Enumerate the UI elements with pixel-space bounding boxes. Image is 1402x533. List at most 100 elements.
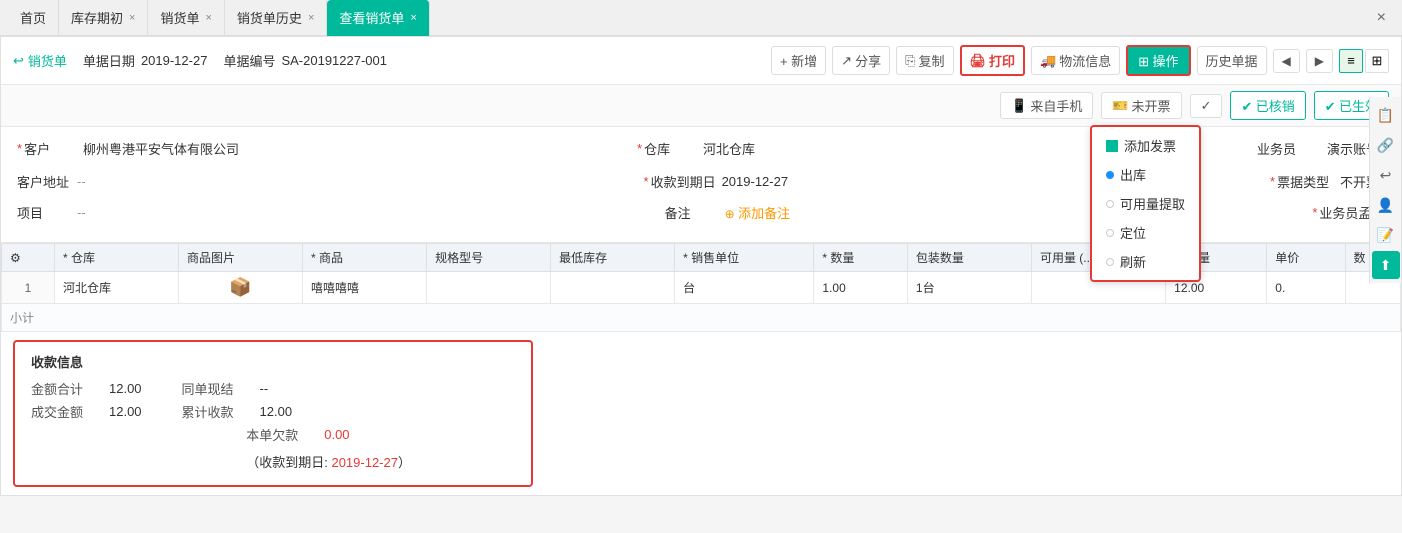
check-icon: ✓	[1201, 98, 1212, 114]
address-field: 客户地址 --	[17, 172, 644, 191]
cumulative-payment-label: 累计收款	[182, 402, 252, 421]
warehouse-value[interactable]: 河北仓库	[697, 137, 761, 160]
col-price[interactable]: 单价	[1267, 244, 1345, 272]
confirm-button[interactable]: ✓	[1190, 94, 1223, 118]
date-value: 2019-12-27	[141, 53, 208, 68]
sidebar-icon-3[interactable]: ↩	[1372, 161, 1400, 189]
history-button[interactable]: 历史单据	[1197, 46, 1267, 75]
cumulative-payment-group: 累计收款 12.00	[182, 402, 293, 421]
tab-view-sales-close[interactable]: ×	[410, 12, 416, 24]
summary-row-1: 金额合计 12.00 同单现结 --	[31, 379, 515, 398]
row-qty: 1.00	[814, 272, 908, 304]
row-number: 1	[2, 272, 55, 304]
col-product[interactable]: * 商品	[303, 244, 427, 272]
product-image: 📦	[229, 277, 251, 297]
logistics-button[interactable]: 🚚 物流信息	[1031, 46, 1120, 75]
operate-button[interactable]: ⊞ 操作	[1126, 45, 1190, 76]
tab-inventory-init-close[interactable]: ×	[129, 12, 135, 24]
customer-value[interactable]: 柳州粤港平安气体有限公司	[77, 137, 245, 160]
staff-field: 业务员 演示账号	[1257, 137, 1385, 160]
right-sidebar: 📋 🔗 ↩ 👤 📝 ⬆	[1369, 97, 1401, 283]
col-qty[interactable]: * 数量	[814, 244, 908, 272]
add-invoice-item[interactable]: 添加发票	[1092, 131, 1199, 160]
tab-sales-history[interactable]: 销货单历史 ×	[225, 0, 327, 36]
checkbox-checked-icon	[1106, 140, 1118, 152]
dot-empty-icon	[1106, 200, 1114, 208]
header-actions: + 新增 ↗ 分享 ⎘ 复制 🖨 打印 🚚 物流信息 ⊞ 操作	[771, 45, 1389, 76]
operate-dropdown: 添加发票 出库 可用量提取 定位 刷新	[1090, 125, 1201, 282]
doc-type-icon: ↩ 销货单	[13, 51, 67, 70]
window-close-button[interactable]: ×	[1369, 9, 1394, 27]
print-button[interactable]: 🖨 打印	[960, 45, 1026, 76]
col-settings[interactable]: ⚙	[2, 244, 55, 272]
tab-sales-order[interactable]: 销货单 ×	[148, 0, 224, 36]
sidebar-icon-1[interactable]: 📋	[1372, 101, 1400, 129]
doc-type-label: 销货单	[28, 51, 67, 70]
prev-button[interactable]: ◀	[1273, 49, 1300, 73]
customer-label: * 客户	[17, 139, 77, 158]
tab-home[interactable]: 首页	[8, 0, 59, 36]
subtotal-label: 小计	[2, 304, 1401, 332]
dot-blue-icon	[1106, 171, 1114, 179]
payment-date-label: * 收款到期日	[644, 172, 716, 191]
doc-icon: ↩	[13, 53, 24, 69]
tab-sales-history-close[interactable]: ×	[308, 12, 314, 24]
col-warehouse[interactable]: * 仓库	[54, 244, 178, 272]
header-left: ↩ 销货单 单据日期 2019-12-27 单据编号 SA-20191227-0…	[13, 51, 387, 70]
available-qty-item[interactable]: 可用量提取	[1092, 189, 1199, 218]
deal-amount-group: 成交金额 12.00	[31, 402, 142, 421]
cumulative-payment-value: 12.00	[260, 404, 293, 419]
note-field: 备注 ⊕ 添加备注	[665, 203, 1313, 222]
add-note-button[interactable]: ⊕ 添加备注	[725, 203, 790, 222]
tab-view-sales[interactable]: 查看销货单 ×	[327, 0, 429, 36]
header-no-field: 单据编号 SA-20191227-001	[223, 51, 387, 70]
phone-icon: 📱	[1011, 98, 1027, 114]
locate-item[interactable]: 定位	[1092, 218, 1199, 247]
grid-view-button[interactable]: ⊞	[1365, 49, 1389, 73]
print-icon: 🖨	[970, 53, 987, 69]
col-min-stock: 最低库存	[551, 244, 675, 272]
amount-total-value: 12.00	[109, 381, 142, 396]
sidebar-icon-6[interactable]: ⬆	[1372, 251, 1400, 279]
share-button[interactable]: ↗ 分享	[832, 46, 890, 75]
ticket-icon: 🎫	[1112, 98, 1128, 114]
dot-empty-icon2	[1106, 229, 1114, 237]
staff-label: 业务员	[1257, 139, 1317, 158]
refresh-item[interactable]: 刷新	[1092, 247, 1199, 276]
subtotal-row: 小计	[2, 304, 1401, 332]
main-content: ↩ 销货单 单据日期 2019-12-27 单据编号 SA-20191227-0…	[0, 36, 1402, 496]
outstanding-group: 本单欠款 0.00 （收款到期日: 2019-12-27）	[246, 425, 515, 471]
outstanding-note: （收款到期日: 2019-12-27）	[246, 452, 411, 471]
summary-row-2: 成交金额 12.00 累计收款 12.00	[31, 402, 515, 421]
sidebar-icon-4[interactable]: 👤	[1372, 191, 1400, 219]
deal-amount-value: 12.00	[109, 404, 142, 419]
copy-button[interactable]: ⎘ 复制	[896, 46, 953, 75]
next-button[interactable]: ▶	[1306, 49, 1333, 73]
tab-bar: 首页 库存期初 × 销货单 × 销货单历史 × 查看销货单 × ×	[0, 0, 1402, 36]
no-label: 单据编号	[223, 51, 275, 70]
outstanding-value: 0.00	[324, 427, 349, 442]
sold-out-button[interactable]: ✔ 已核销	[1230, 91, 1305, 120]
row-product: 嘻嘻嘻嘻	[303, 272, 427, 304]
col-spec: 规格型号	[427, 244, 551, 272]
check-circle-icon: ✔	[1241, 99, 1252, 114]
sidebar-icon-5[interactable]: 📝	[1372, 221, 1400, 249]
note-label: 备注	[665, 203, 725, 222]
view-icons: ≡ ⊞	[1339, 49, 1389, 73]
new-button[interactable]: + 新增	[771, 46, 826, 75]
col-unit[interactable]: * 销售单位	[675, 244, 814, 272]
tab-sales-order-close[interactable]: ×	[205, 12, 211, 24]
payment-date-value[interactable]: 2019-12-27	[716, 172, 795, 191]
customer-field: * 客户 柳州粤港平安气体有限公司	[17, 137, 637, 160]
warehouse-label: * 仓库	[637, 139, 697, 158]
sidebar-icon-2[interactable]: 🔗	[1372, 131, 1400, 159]
summary-row-3: 本单欠款 0.00 （收款到期日: 2019-12-27）	[31, 425, 515, 471]
tab-inventory-init[interactable]: 库存期初 ×	[59, 0, 148, 36]
summary-title: 收款信息	[31, 352, 515, 371]
from-phone-button[interactable]: 📱 来自手机	[1000, 92, 1093, 119]
list-view-button[interactable]: ≡	[1339, 49, 1363, 73]
outbound-item[interactable]: 出库	[1092, 160, 1199, 189]
not-open-button[interactable]: 🎫 未开票	[1101, 92, 1181, 119]
payment-summary: 收款信息 金额合计 12.00 同单现结 -- 成交金额 12.00 累计收款 …	[13, 340, 533, 487]
truck-icon: 🚚	[1040, 53, 1056, 69]
